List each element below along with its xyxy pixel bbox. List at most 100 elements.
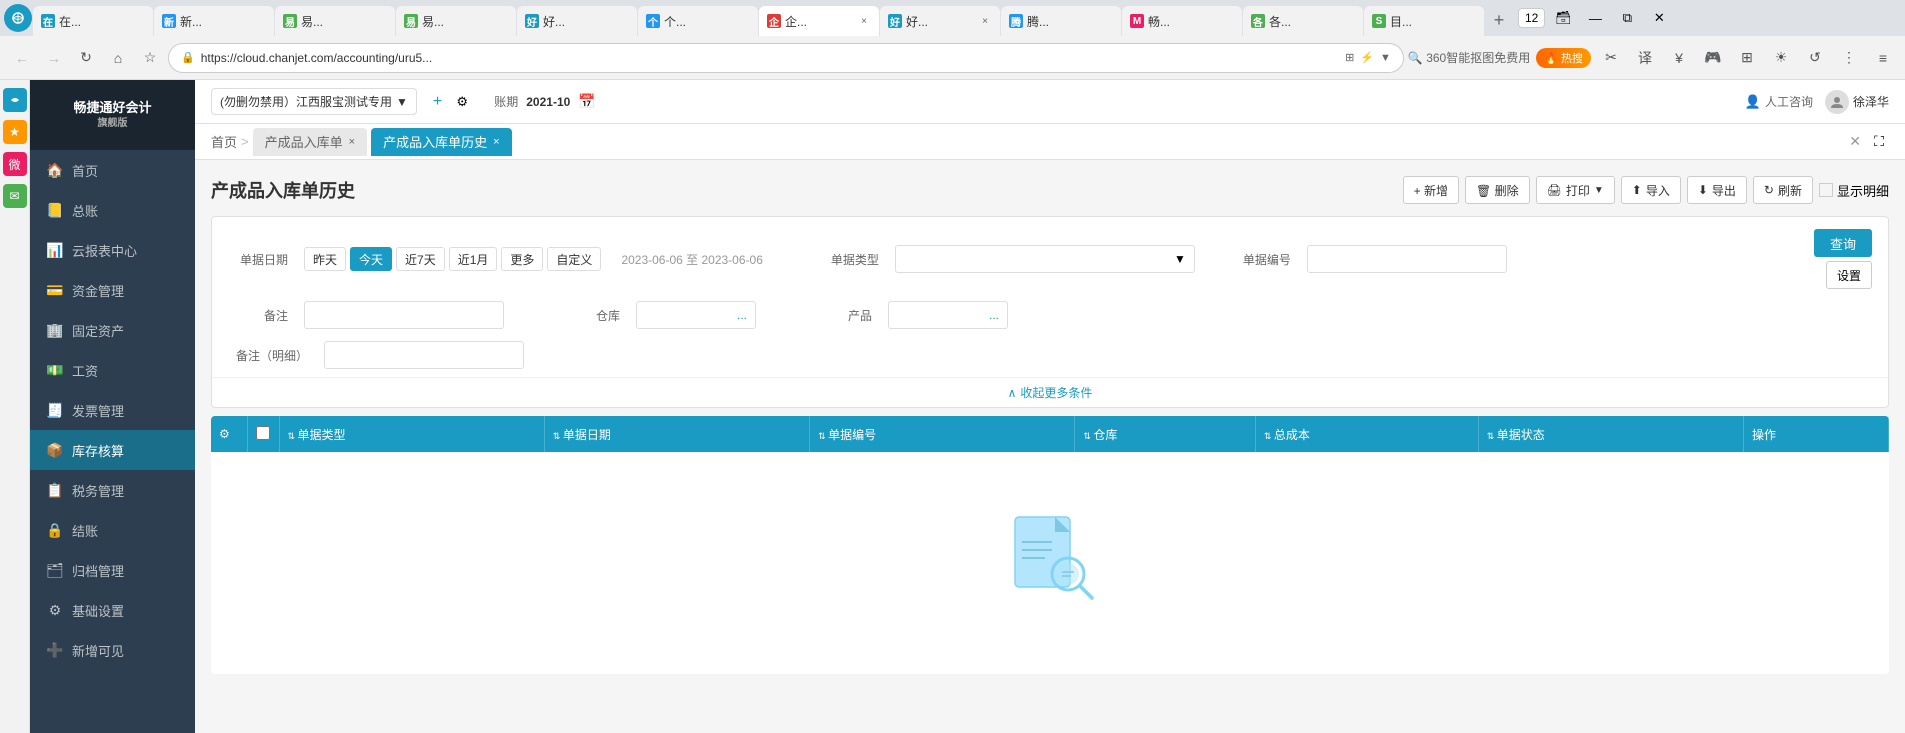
th-check[interactable] [247, 416, 279, 452]
tab-list-close[interactable]: × [349, 136, 355, 148]
sidebar-item-ledger[interactable]: 📒 总账 [30, 190, 195, 230]
show-cols-toggle[interactable]: 显示明细 [1819, 181, 1889, 200]
close-button[interactable]: ✕ [1645, 4, 1673, 32]
new-button[interactable]: + 新增 [1403, 176, 1459, 204]
tab-4[interactable]: 易 易... [396, 6, 516, 36]
grid-icon[interactable]: ⊞ [1733, 44, 1761, 72]
browser-nav-circle[interactable] [4, 4, 32, 32]
sidebar-chat[interactable]: 微 [3, 152, 27, 176]
calendar-icon[interactable]: 📅 [578, 93, 595, 110]
settings-icon[interactable]: ⋮ [1835, 44, 1863, 72]
type-filter-select[interactable]: ▼ [895, 245, 1195, 273]
sidebar-item-inventory[interactable]: 📦 库存核算 [30, 430, 195, 470]
breadcrumb-home[interactable]: 首页 [211, 132, 237, 151]
scissors-icon[interactable]: ✂ [1597, 44, 1625, 72]
import-button[interactable]: ⬆ 导入 [1621, 176, 1681, 204]
remark-filter-input[interactable] [304, 301, 504, 329]
sidebar-item-close-account[interactable]: 🔒 结账 [30, 510, 195, 550]
history-icon[interactable]: ↺ [1801, 44, 1829, 72]
panel-expand-button[interactable]: ⛶ [1869, 132, 1889, 152]
ledger-icon: 📒 [46, 201, 64, 219]
tab-list[interactable]: 产成品入库单 × [253, 128, 367, 156]
new-tab-button[interactable]: + [1485, 6, 1513, 34]
sidebar-mail[interactable]: ✉ [3, 184, 27, 208]
tab-history-close[interactable]: × [493, 136, 499, 148]
currency-icon[interactable]: ¥ [1665, 44, 1693, 72]
search-box[interactable]: 🔍 360智能抠图免费用 [1408, 49, 1530, 66]
game-icon[interactable]: 🎮 [1699, 44, 1727, 72]
query-button[interactable]: 查询 [1814, 229, 1872, 257]
sidebar-item-invoice[interactable]: 🧾 发票管理 [30, 390, 195, 430]
export-button[interactable]: ⬇ 导出 [1687, 176, 1747, 204]
settings-gear-button[interactable]: ⚙ [450, 90, 474, 114]
th-total-cost[interactable]: ⇅ 总成本 [1255, 416, 1478, 452]
tab-7-close[interactable]: × [857, 14, 871, 28]
date-custom[interactable]: 自定义 [547, 247, 601, 271]
warehouse-filter-select[interactable]: ... [636, 301, 756, 329]
back-button[interactable]: ← [8, 44, 36, 72]
th-status[interactable]: ⇅ 单据状态 [1478, 416, 1743, 452]
tab-6[interactable]: 个 个... [638, 6, 758, 36]
th-warehouse[interactable]: ⇅ 仓库 [1075, 416, 1255, 452]
panel-close-button[interactable]: ✕ [1849, 133, 1861, 150]
setting-button[interactable]: 设置 [1826, 261, 1872, 289]
bookmark-button[interactable]: ☆ [136, 44, 164, 72]
company-selector[interactable]: (勿删勿禁用）江西服宝测试专用 ▼ [211, 88, 417, 115]
select-all-checkbox[interactable] [256, 426, 270, 440]
more-icon[interactable]: ≡ [1869, 44, 1897, 72]
add-company-button[interactable]: + [433, 93, 442, 111]
tab-history[interactable]: 产成品入库单历史 × [371, 128, 511, 156]
sidebar-item-home[interactable]: 🏠 首页 [30, 150, 195, 190]
tab-11[interactable]: 各 各... [1243, 6, 1363, 36]
remark-detail-filter-input[interactable] [324, 341, 524, 369]
tab-3[interactable]: 易 易... [275, 6, 395, 36]
th-date[interactable]: ⇅ 单据日期 [544, 416, 809, 452]
tab-9[interactable]: 腾 腾... [1001, 6, 1121, 36]
sidebar-item-new[interactable]: ➕ 新增可见 [30, 630, 195, 670]
theme-icon[interactable]: ☀ [1767, 44, 1795, 72]
chanjet-icon[interactable] [3, 88, 27, 112]
tab-10[interactable]: M 畅... [1122, 6, 1242, 36]
forward-button[interactable]: → [40, 44, 68, 72]
sidebar-item-asset[interactable]: 🏢 固定资产 [30, 310, 195, 350]
tab-7[interactable]: 企 企... × [759, 6, 879, 36]
home-button[interactable]: ⌂ [104, 44, 132, 72]
tab-5[interactable]: 好 好... [517, 6, 637, 36]
refresh-data-button[interactable]: ↻ 刷新 [1753, 176, 1813, 204]
sidebar-item-wage[interactable]: 💵 工资 [30, 350, 195, 390]
collapse-button[interactable]: ∧ 收起更多条件 [212, 378, 1888, 407]
th-gear[interactable]: ⚙ [211, 416, 247, 452]
date-yesterday[interactable]: 昨天 [304, 247, 346, 271]
show-cols-checkbox[interactable] [1819, 183, 1833, 197]
address-bar[interactable]: 🔒 https://cloud.chanjet.com/accounting/u… [168, 43, 1404, 73]
tab-bar: 在 在... 新 新... 易 易... 易 易... 好 好... 个 个..… [0, 0, 1905, 36]
sidebar-item-base-settings[interactable]: ⚙ 基础设置 [30, 590, 195, 630]
tab-12[interactable]: S 目... [1364, 6, 1484, 36]
sidebar-item-tax[interactable]: 📋 税务管理 [30, 470, 195, 510]
sidebar-item-archive[interactable]: 🗂 归档管理 [30, 550, 195, 590]
number-filter-input[interactable] [1307, 245, 1507, 273]
service-button[interactable]: 👤 人工咨询 [1745, 93, 1813, 110]
tab-8-close[interactable]: × [978, 14, 992, 28]
delete-button[interactable]: 🗑 删除 [1465, 176, 1530, 204]
tab-save-icon[interactable]: 🗃 [1549, 4, 1577, 32]
restore-button[interactable]: ⧉ [1613, 4, 1641, 32]
date-more[interactable]: 更多 [501, 247, 543, 271]
sidebar-star[interactable]: ★ [3, 120, 27, 144]
translate-icon[interactable]: 译 [1631, 44, 1659, 72]
th-type[interactable]: ⇅ 单据类型 [279, 416, 544, 452]
date-7days[interactable]: 近7天 [396, 247, 445, 271]
th-number[interactable]: ⇅ 单据编号 [810, 416, 1075, 452]
minimize-button[interactable]: — [1581, 4, 1609, 32]
sidebar-item-cloud-report[interactable]: 📊 云报表中心 [30, 230, 195, 270]
tab-8[interactable]: 好 好... × [880, 6, 1000, 36]
product-filter-select[interactable]: ... [888, 301, 1008, 329]
sidebar-item-fund[interactable]: 💳 资金管理 [30, 270, 195, 310]
refresh-button[interactable]: ↻ [72, 44, 100, 72]
tab-2[interactable]: 新 新... [154, 6, 274, 36]
date-1month[interactable]: 近1月 [449, 247, 498, 271]
print-button[interactable]: 🖨 🖨 打印 打印 ▼ [1536, 176, 1615, 204]
hot-search-badge[interactable]: 🔥 热搜 [1536, 48, 1591, 68]
tab-1[interactable]: 在 在... [33, 6, 153, 36]
date-today[interactable]: 今天 [350, 247, 392, 271]
